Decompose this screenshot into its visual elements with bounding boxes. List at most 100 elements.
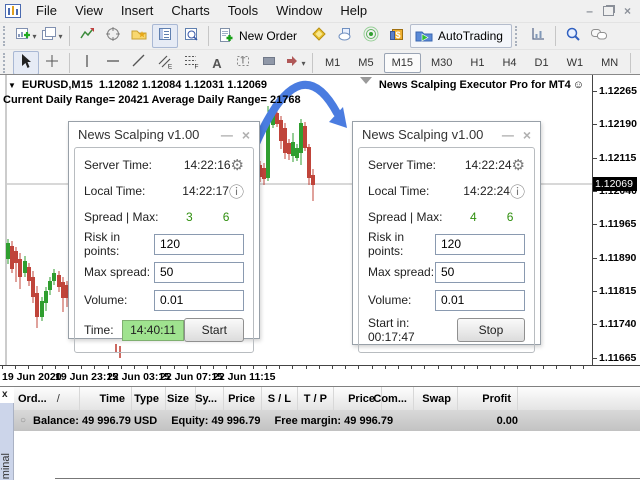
terminal-close-button[interactable]: x xyxy=(2,389,8,400)
spread-max-value: 6 xyxy=(222,210,230,224)
column-header-swap[interactable]: Swap xyxy=(414,387,458,410)
crosshair-target-button[interactable] xyxy=(100,24,126,48)
stop-button[interactable]: Stop xyxy=(456,318,525,342)
menu-item-window[interactable]: Window xyxy=(267,1,331,20)
tick-chart-button[interactable] xyxy=(74,24,100,48)
spread-label: Spread | Max: xyxy=(84,210,159,224)
ea-name-label: News Scalping Executor Pro for MT4 ☺ xyxy=(379,79,584,91)
favorites-button[interactable] xyxy=(126,24,152,48)
column-header-com[interactable]: Com... xyxy=(373,387,414,410)
toolbar-grip[interactable] xyxy=(3,53,8,73)
arrows-button[interactable]: ▾ xyxy=(282,51,308,75)
toolbar-grip[interactable] xyxy=(3,26,8,46)
timeframe-h1[interactable]: H1 xyxy=(462,53,492,73)
column-header-type[interactable]: Type xyxy=(132,387,166,410)
dialog-minimize-icon[interactable]: — xyxy=(221,128,233,142)
autotrading-button[interactable]: AutoTrading xyxy=(410,24,512,48)
search-button[interactable] xyxy=(560,24,586,48)
time-tick xyxy=(398,366,399,369)
market-button[interactable]: $ xyxy=(384,24,410,48)
new-order-button[interactable]: New Order xyxy=(213,24,306,48)
terminal-tab-vertical[interactable]: minal xyxy=(0,453,12,479)
price-tick xyxy=(593,258,597,259)
new-order-icon xyxy=(218,27,234,46)
chart-symbol-header[interactable]: ▼ EURUSD,M15 1.12082 1.12084 1.12031 1.1… xyxy=(8,79,267,91)
column-header-size[interactable]: Size xyxy=(166,387,196,410)
menu-item-tools[interactable]: Tools xyxy=(219,1,267,20)
chat-button[interactable] xyxy=(586,24,612,48)
timeframe-w1[interactable]: W1 xyxy=(559,53,592,73)
timeframe-d1[interactable]: D1 xyxy=(527,53,557,73)
vertical-line-button[interactable] xyxy=(74,51,100,75)
market-watch-button[interactable] xyxy=(152,24,178,48)
news-scalping-dialog-left[interactable]: News Scalping v1.00 — × Server Time: 14:… xyxy=(68,121,260,353)
menu-item-insert[interactable]: Insert xyxy=(112,1,163,20)
column-header-profit[interactable]: Profit xyxy=(458,387,518,410)
time-axis[interactable]: 19 Jun 2020 19 Jun 23:15 22 Jun 03:15 22 Ju… xyxy=(0,365,640,388)
text-label-button[interactable]: T xyxy=(230,51,256,75)
new-order-label: New Order xyxy=(239,29,298,43)
orders-table-header[interactable]: Ord... / Time Type Size Sy... Price S / LT / P P… xyxy=(14,387,640,411)
timeframe-m5[interactable]: M5 xyxy=(350,53,381,73)
info-icon[interactable]: ⓘ xyxy=(510,181,525,202)
new-chart-button[interactable]: ▾ xyxy=(13,24,39,48)
start-button[interactable]: Start xyxy=(184,318,244,342)
smiley-icon[interactable]: ☺ xyxy=(573,79,584,91)
menu-item-charts[interactable]: Charts xyxy=(162,1,218,20)
timeframe-m15[interactable]: M15 xyxy=(383,53,421,73)
max-spread-input[interactable] xyxy=(154,261,244,283)
data-window-button[interactable] xyxy=(178,24,204,48)
symbol-dropdown-icon[interactable]: ▼ xyxy=(8,81,16,90)
chart-profiles-button[interactable]: ▾ xyxy=(39,24,65,48)
gold-button[interactable] xyxy=(306,24,332,48)
crosshair-button[interactable] xyxy=(39,51,65,75)
column-header-tp[interactable]: T / P xyxy=(298,387,334,410)
cursor-button[interactable] xyxy=(13,51,39,75)
horizontal-line-button[interactable] xyxy=(100,51,126,75)
shapes-button[interactable] xyxy=(256,51,282,75)
column-header-ord[interactable]: Ord... / xyxy=(14,387,80,410)
column-header-price[interactable]: Price xyxy=(224,387,262,410)
timeframe-mn[interactable]: MN xyxy=(593,53,626,73)
minimize-button[interactable]: – xyxy=(586,5,593,17)
chart-properties-button[interactable] xyxy=(525,24,551,48)
dialog-close-icon[interactable]: × xyxy=(242,127,250,143)
volume-input[interactable] xyxy=(154,289,244,311)
dialog-controls: — × xyxy=(502,127,531,143)
fibonacci-button[interactable]: F xyxy=(178,51,204,75)
menu-item-file[interactable]: File xyxy=(27,1,66,20)
balance-row[interactable]: ○ Balance: 49 996.79 USD Equity: 49 996.… xyxy=(14,410,640,431)
dialog-minimize-icon[interactable]: — xyxy=(502,128,514,142)
restore-button[interactable] xyxy=(602,6,614,16)
news-scalping-dialog-right[interactable]: News Scalping v1.00 — × Server Time: 14:… xyxy=(352,121,541,353)
column-header-time[interactable]: Time xyxy=(80,387,132,410)
menu-item-help[interactable]: Help xyxy=(331,1,376,20)
dialog-title-bar[interactable]: News Scalping v1.00 — × xyxy=(353,122,540,147)
time-tick xyxy=(582,366,584,369)
gear-icon[interactable]: ⚙ xyxy=(512,156,525,174)
gear-icon[interactable]: ⚙ xyxy=(231,156,244,174)
timeframe-m30[interactable]: M30 xyxy=(423,53,460,73)
trendline-button[interactable] xyxy=(126,51,152,75)
risk-input[interactable] xyxy=(154,233,244,255)
separator xyxy=(208,26,209,46)
menu-item-view[interactable]: View xyxy=(66,1,112,20)
text-button[interactable]: A xyxy=(204,51,230,75)
volume-input[interactable] xyxy=(435,289,525,311)
timeframe-h4[interactable]: H4 xyxy=(494,53,524,73)
signals-button[interactable] xyxy=(358,24,384,48)
dialog-close-icon[interactable]: × xyxy=(523,127,531,143)
news-button[interactable] xyxy=(332,24,358,48)
risk-input[interactable] xyxy=(435,233,525,255)
column-header-sy[interactable]: Sy... xyxy=(195,387,224,410)
close-button[interactable]: × xyxy=(624,5,631,17)
channel-button[interactable]: E xyxy=(152,51,178,75)
chart-area[interactable]: ▼ EURUSD,M15 1.12082 1.12084 1.12031 1.1… xyxy=(0,74,640,388)
dialog-title-bar[interactable]: News Scalping v1.00 — × xyxy=(69,122,259,147)
max-spread-input[interactable] xyxy=(435,261,525,283)
info-icon[interactable]: ⓘ xyxy=(229,181,244,202)
column-header-sl[interactable]: S / L xyxy=(262,387,298,410)
max-spread-row: Max spread: xyxy=(84,258,244,286)
timeframe-m1[interactable]: M1 xyxy=(317,53,348,73)
toolbar-grip[interactable] xyxy=(514,26,520,46)
